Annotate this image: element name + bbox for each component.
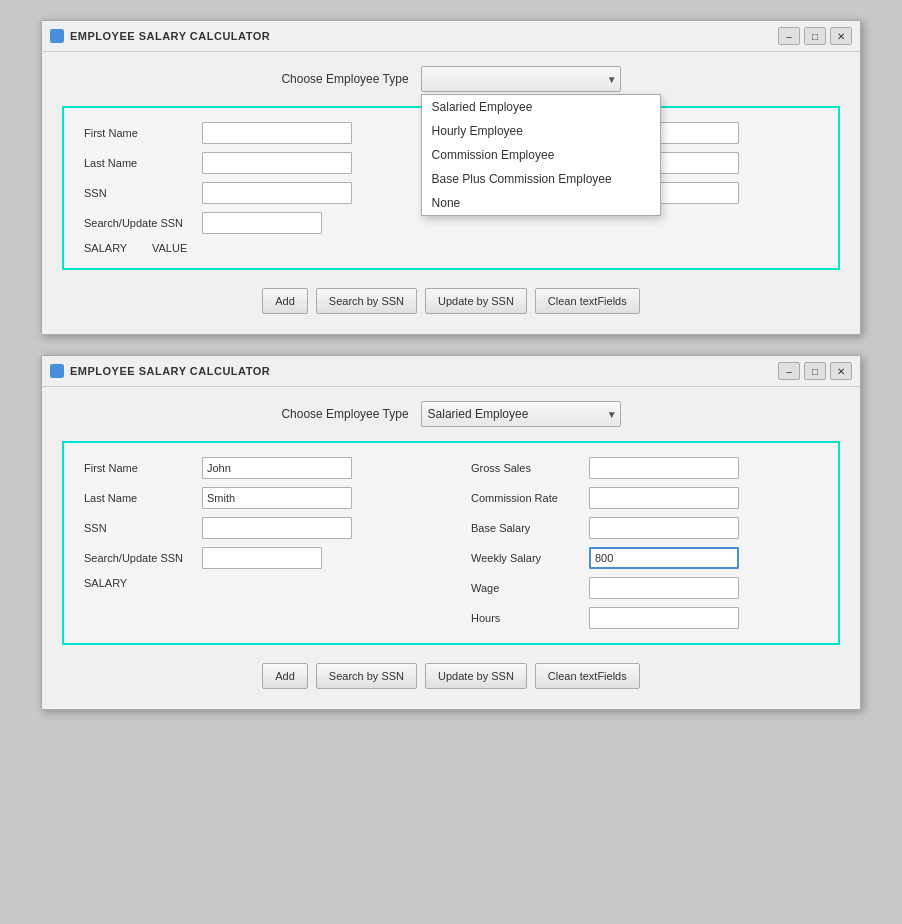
window-title-2: EMPLOYEE SALARY CALCULATOR [70, 365, 270, 377]
app-icon-1 [50, 29, 64, 43]
first-name-input-1[interactable] [202, 122, 352, 144]
employee-type-label-2: Choose Employee Type [281, 407, 408, 421]
title-bar-controls-2: – □ ✕ [778, 362, 852, 380]
salary-label-1: SALARY [84, 242, 144, 254]
window-title-1: EMPLOYEE SALARY CALCULATOR [70, 30, 270, 42]
salary-row-1: SALARY VALUE [84, 242, 431, 254]
gross-sales-label-2: Gross Sales [471, 462, 581, 474]
last-name-label-2: Last Name [84, 492, 194, 504]
search-ssn-button-2[interactable]: Search by SSN [316, 663, 417, 689]
weekly-salary-input-2[interactable] [589, 547, 739, 569]
window-body-1: Choose Employee Type Salaried Employee H… [42, 52, 860, 334]
ssn-row-2: SSN [84, 517, 431, 539]
title-bar-1: EMPLOYEE SALARY CALCULATOR – □ ✕ [42, 21, 860, 52]
dropdown-item-salaried-1[interactable]: Salaried Employee [422, 95, 660, 119]
last-name-row-2: Last Name [84, 487, 431, 509]
update-ssn-button-1[interactable]: Update by SSN [425, 288, 527, 314]
clean-button-2[interactable]: Clean textFields [535, 663, 640, 689]
dropdown-wrapper-2: Salaried Employee Hourly Employee Commis… [421, 401, 621, 427]
value-label-1: VALUE [152, 242, 187, 254]
employee-type-dropdown-2[interactable]: Salaried Employee Hourly Employee Commis… [421, 401, 621, 427]
first-name-input-2[interactable] [202, 457, 352, 479]
ssn-label-1: SSN [84, 187, 194, 199]
add-button-1[interactable]: Add [262, 288, 308, 314]
app-icon-2 [50, 364, 64, 378]
ssn-label-2: SSN [84, 522, 194, 534]
search-ssn-label-2: Search/Update SSN [84, 552, 194, 564]
form-left-2: First Name Last Name SSN Search/Update S… [84, 457, 431, 629]
hours-row-2: Hours [471, 607, 818, 629]
form-left-1: First Name Last Name SSN Search/Update S… [84, 122, 431, 254]
ssn-input-1[interactable] [202, 182, 352, 204]
gross-sales-row-2: Gross Sales [471, 457, 818, 479]
employee-type-dropdown-1[interactable]: Salaried Employee Hourly Employee Commis… [421, 66, 621, 92]
hours-input-2[interactable] [589, 607, 739, 629]
close-button-2[interactable]: ✕ [830, 362, 852, 380]
last-name-label-1: Last Name [84, 157, 194, 169]
buttons-row-1: Add Search by SSN Update by SSN Clean te… [62, 284, 840, 318]
wage-label-2: Wage [471, 582, 581, 594]
commission-rate-row-2: Commission Rate [471, 487, 818, 509]
last-name-input-1[interactable] [202, 152, 352, 174]
window-2: EMPLOYEE SALARY CALCULATOR – □ ✕ Choose … [41, 355, 861, 710]
commission-rate-label-2: Commission Rate [471, 492, 581, 504]
maximize-button-1[interactable]: □ [804, 27, 826, 45]
title-bar-2: EMPLOYEE SALARY CALCULATOR – □ ✕ [42, 356, 860, 387]
svg-rect-1 [52, 366, 62, 376]
ssn-input-2[interactable] [202, 517, 352, 539]
search-ssn-input-1[interactable] [202, 212, 322, 234]
minimize-button-1[interactable]: – [778, 27, 800, 45]
title-bar-controls-1: – □ ✕ [778, 27, 852, 45]
window-1: EMPLOYEE SALARY CALCULATOR – □ ✕ Choose … [41, 20, 861, 335]
close-button-1[interactable]: ✕ [830, 27, 852, 45]
search-ssn-row-2: Search/Update SSN [84, 547, 431, 569]
hours-label-2: Hours [471, 612, 581, 624]
clean-button-1[interactable]: Clean textFields [535, 288, 640, 314]
title-bar-left-2: EMPLOYEE SALARY CALCULATOR [50, 364, 270, 378]
first-name-label-2: First Name [84, 462, 194, 474]
wage-input-2[interactable] [589, 577, 739, 599]
form-right-2: Gross Sales Commission Rate Base Salary … [471, 457, 818, 629]
dropdown-item-commission-1[interactable]: Commission Employee [422, 143, 660, 167]
search-ssn-label-1: Search/Update SSN [84, 217, 194, 229]
window-body-2: Choose Employee Type Salaried Employee H… [42, 387, 860, 709]
maximize-button-2[interactable]: □ [804, 362, 826, 380]
ssn-row-1: SSN [84, 182, 431, 204]
salary-row-2: SALARY [84, 577, 431, 589]
salary-label-2: SALARY [84, 577, 144, 589]
commission-rate-input-2[interactable] [589, 487, 739, 509]
base-salary-row-2: Base Salary [471, 517, 818, 539]
base-salary-label-2: Base Salary [471, 522, 581, 534]
title-bar-left-1: EMPLOYEE SALARY CALCULATOR [50, 29, 270, 43]
form-panel-2: First Name Last Name SSN Search/Update S… [62, 441, 840, 645]
first-name-row-1: First Name [84, 122, 431, 144]
weekly-salary-row-2: Weekly Salary [471, 547, 818, 569]
wage-row-2: Wage [471, 577, 818, 599]
dropdown-item-baseplus-1[interactable]: Base Plus Commission Employee [422, 167, 660, 191]
base-salary-input-2[interactable] [589, 517, 739, 539]
buttons-row-2: Add Search by SSN Update by SSN Clean te… [62, 659, 840, 693]
employee-type-label-1: Choose Employee Type [281, 72, 408, 86]
search-ssn-row-1: Search/Update SSN [84, 212, 431, 234]
last-name-row-1: Last Name [84, 152, 431, 174]
gross-sales-input-2[interactable] [589, 457, 739, 479]
dropdown-item-hourly-1[interactable]: Hourly Employee [422, 119, 660, 143]
dropdown-wrapper-1: Salaried Employee Hourly Employee Commis… [421, 66, 621, 92]
update-ssn-button-2[interactable]: Update by SSN [425, 663, 527, 689]
last-name-input-2[interactable] [202, 487, 352, 509]
search-ssn-button-1[interactable]: Search by SSN [316, 288, 417, 314]
add-button-2[interactable]: Add [262, 663, 308, 689]
dropdown-item-none-1[interactable]: None [422, 191, 660, 215]
search-ssn-input-2[interactable] [202, 547, 322, 569]
dropdown-menu-1: Salaried Employee Hourly Employee Commis… [421, 94, 661, 216]
employee-type-row-1: Choose Employee Type Salaried Employee H… [62, 66, 840, 92]
svg-rect-0 [52, 31, 62, 41]
weekly-salary-label-2: Weekly Salary [471, 552, 581, 564]
first-name-label-1: First Name [84, 127, 194, 139]
minimize-button-2[interactable]: – [778, 362, 800, 380]
employee-type-row-2: Choose Employee Type Salaried Employee H… [62, 401, 840, 427]
first-name-row-2: First Name [84, 457, 431, 479]
